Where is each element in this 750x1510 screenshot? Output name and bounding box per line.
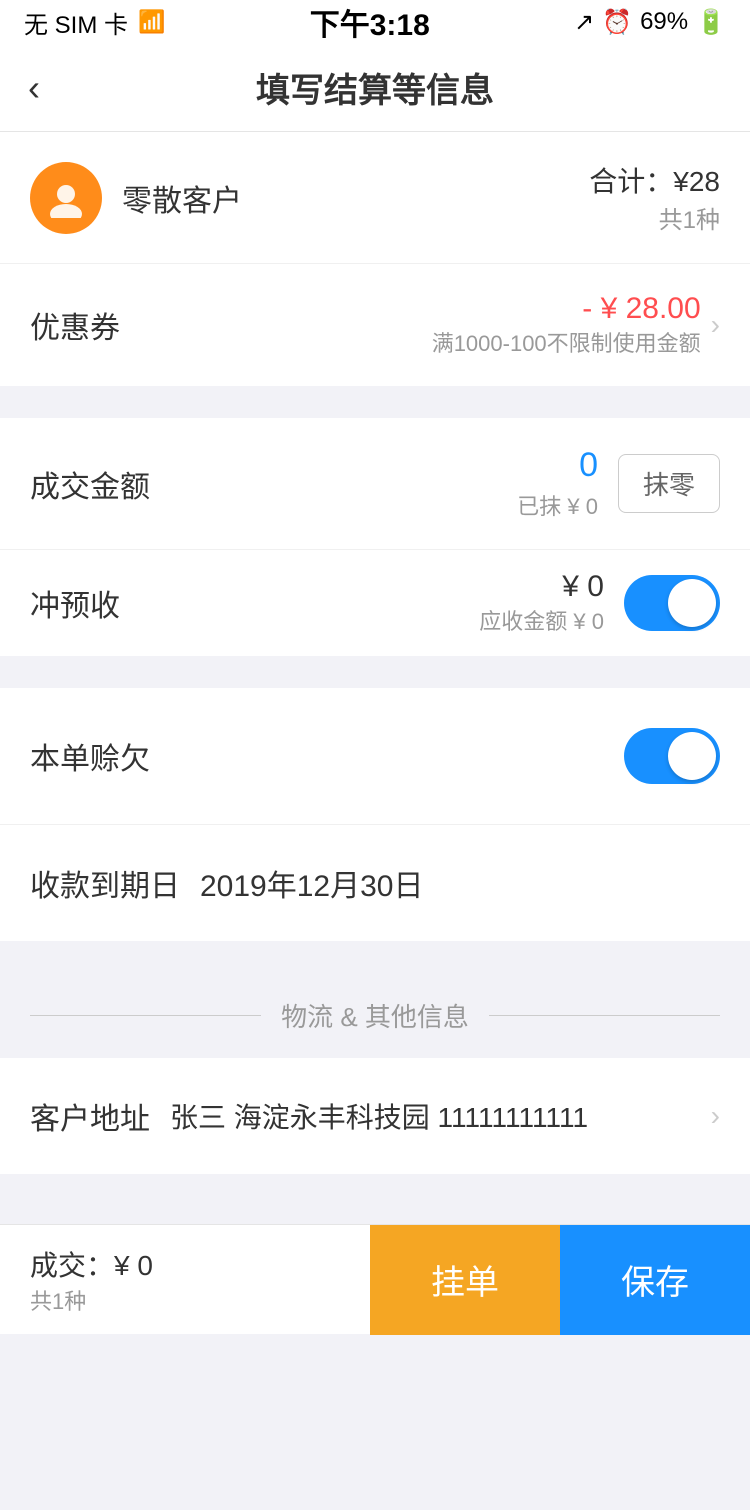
- duedate-label: 收款到期日: [30, 861, 180, 905]
- chong-label: 冲预收: [30, 581, 120, 625]
- debt-toggle[interactable]: [624, 728, 720, 784]
- deal-amount-sub: 已抹 ¥ 0: [517, 489, 598, 521]
- bottom-bar: 成交：¥ 0 共1种 挂单 保存: [0, 1224, 750, 1334]
- coupon-right-wrapper: - ¥ 28.00 满1000-100不限制使用金额 ›: [432, 292, 720, 358]
- customer-card: 零散客户 合计：¥28 共1种 优惠券 - ¥ 28.00 满1000-100不…: [0, 132, 750, 386]
- debt-toggle-knob: [668, 732, 716, 780]
- customer-left: 零散客户: [30, 162, 242, 234]
- hold-button[interactable]: 挂单: [370, 1225, 560, 1335]
- bottom-deal-amount: 成交：¥ 0: [30, 1244, 340, 1284]
- coupon-right: - ¥ 28.00 满1000-100不限制使用金额: [432, 292, 701, 358]
- battery-icon: 🔋: [696, 8, 726, 37]
- chong-right: ¥ 0 应收金额 ¥ 0: [479, 570, 720, 636]
- status-time: 下午3:18: [310, 0, 430, 44]
- wifi-icon: 📶: [138, 9, 165, 35]
- deal-amount-card: 成交金额 0 已抹 ¥ 0 抹零 冲预收 ¥ 0 应收金额 ¥ 0: [0, 418, 750, 656]
- deal-amount-col: 0 已抹 ¥ 0: [517, 446, 598, 521]
- debt-label: 本单赊欠: [30, 734, 150, 778]
- header-line-left: [30, 1015, 261, 1016]
- round-zero-button[interactable]: 抹零: [618, 454, 720, 513]
- chong-main-amount: ¥ 0: [479, 570, 604, 604]
- location-icon: ↗: [574, 8, 594, 37]
- header-line-right: [489, 1015, 720, 1016]
- address-row[interactable]: 客户地址 张三 海淀永丰科技园 11111111111 ›: [0, 1058, 750, 1174]
- nav-bar: ‹ 填写结算等信息: [0, 44, 750, 132]
- page-title: 填写结算等信息: [256, 63, 494, 112]
- deal-amount-value[interactable]: 0: [517, 446, 598, 485]
- logistics-section-header: 物流 & 其他信息: [0, 973, 750, 1058]
- duedate-value[interactable]: 2019年12月30日: [200, 861, 423, 905]
- bottom-deal-value: ¥ 0: [114, 1250, 153, 1281]
- coupon-amount: - ¥ 28.00: [432, 292, 701, 326]
- address-label: 客户地址: [30, 1094, 150, 1138]
- customer-total: 合计：¥28: [589, 160, 720, 200]
- customer-avatar: [30, 162, 102, 234]
- chong-amounts: ¥ 0 应收金额 ¥ 0: [479, 570, 604, 636]
- duedate-row: 收款到期日 2019年12月30日: [0, 825, 750, 941]
- save-button[interactable]: 保存: [560, 1225, 750, 1335]
- address-value: 张三 海淀永丰科技园 11111111111: [170, 1096, 711, 1136]
- customer-right: 合计：¥28 共1种: [589, 160, 720, 235]
- status-left: 无 SIM 卡 📶: [24, 5, 165, 40]
- debt-row: 本单赊欠: [0, 688, 750, 825]
- bottom-deal-label: 成交：: [30, 1250, 114, 1281]
- chong-sub-amount: 应收金额 ¥ 0: [479, 604, 604, 636]
- carrier-label: 无 SIM 卡: [24, 5, 128, 40]
- bottom-count: 共1种: [30, 1284, 340, 1316]
- chong-toggle[interactable]: [624, 575, 720, 631]
- debt-card: 本单赊欠 收款到期日 2019年12月30日: [0, 688, 750, 941]
- alarm-icon: ⏰: [602, 8, 632, 37]
- coupon-desc: 满1000-100不限制使用金额: [432, 326, 701, 358]
- deal-amount-row: 成交金额 0 已抹 ¥ 0 抹零: [0, 418, 750, 550]
- coupon-row[interactable]: 优惠券 - ¥ 28.00 满1000-100不限制使用金额 ›: [0, 263, 750, 386]
- coupon-arrow-icon: ›: [711, 309, 720, 341]
- customer-count: 共1种: [589, 200, 720, 235]
- section-divider-3: [0, 957, 750, 973]
- coupon-label: 优惠券: [30, 303, 120, 347]
- status-right: ↗ ⏰ 69% 🔋: [574, 8, 726, 37]
- section-divider-1: [0, 402, 750, 418]
- bottom-summary: 成交：¥ 0 共1种: [0, 1244, 370, 1316]
- back-button[interactable]: ‹: [28, 67, 40, 109]
- customer-name: 零散客户: [122, 176, 242, 220]
- deal-amount-label: 成交金额: [30, 462, 150, 506]
- battery-label: 69%: [640, 8, 688, 36]
- section-divider-2: [0, 672, 750, 688]
- address-card: 客户地址 张三 海淀永丰科技园 11111111111 ›: [0, 1058, 750, 1174]
- chong-toggle-knob: [668, 579, 716, 627]
- address-arrow-icon: ›: [711, 1100, 720, 1132]
- status-bar: 无 SIM 卡 📶 下午3:18 ↗ ⏰ 69% 🔋: [0, 0, 750, 44]
- deal-amount-right: 0 已抹 ¥ 0 抹零: [517, 446, 720, 521]
- customer-row: 零散客户 合计：¥28 共1种: [0, 132, 750, 263]
- chong-precollect-row: 冲预收 ¥ 0 应收金额 ¥ 0: [0, 550, 750, 656]
- logistics-header-text: 物流 & 其他信息: [281, 997, 469, 1034]
